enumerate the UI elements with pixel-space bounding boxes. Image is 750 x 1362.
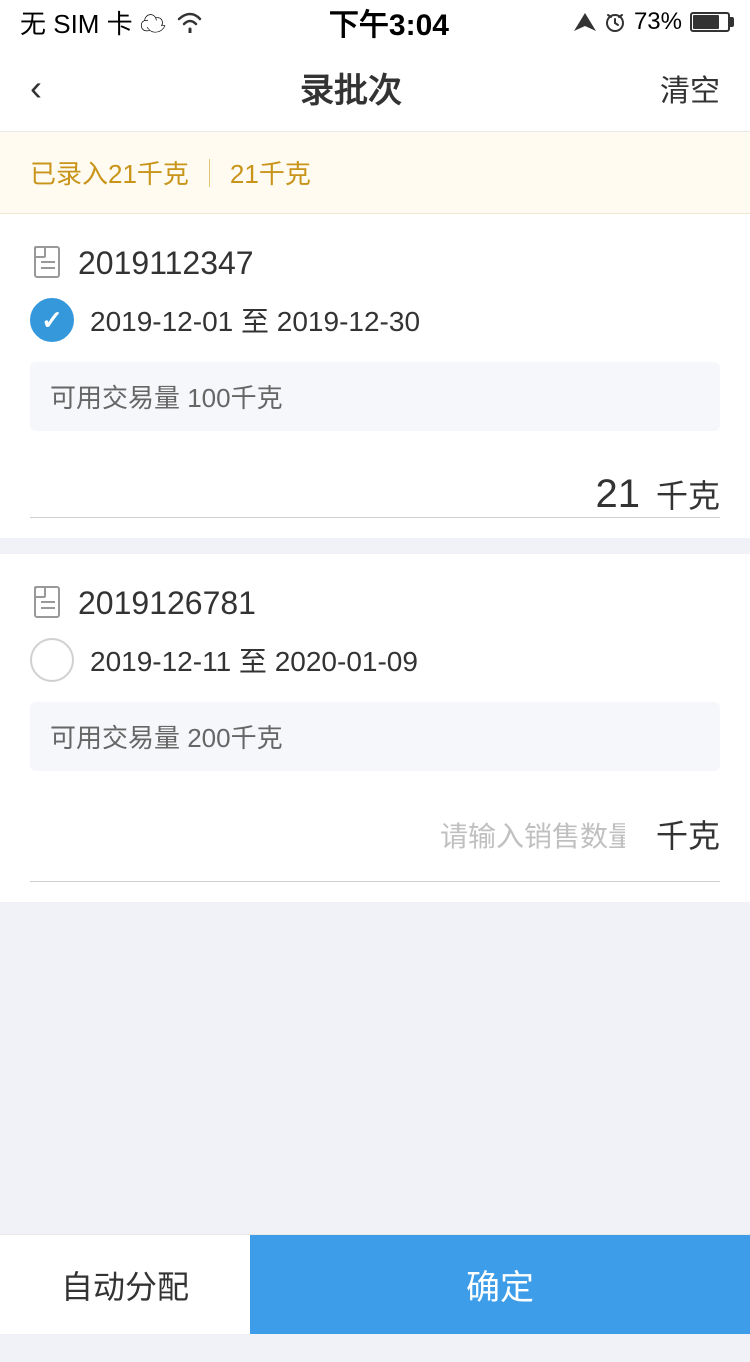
clear-button[interactable]: 清空 bbox=[660, 66, 720, 110]
status-left: 无 SIM 卡 ☁ bbox=[20, 4, 204, 41]
location-icon bbox=[574, 11, 596, 33]
sim-label: 无 SIM 卡 ☁ bbox=[20, 4, 166, 41]
page-title: 录批次 bbox=[300, 63, 402, 112]
batch-value-unit-1: 千克 bbox=[656, 471, 720, 517]
batch-value-row-1: 21 千克 bbox=[30, 451, 720, 517]
nav-bar: ‹ 录批次 清空 bbox=[0, 44, 750, 132]
auto-distribute-button[interactable]: 自动分配 bbox=[0, 1235, 250, 1334]
batch-card-1: 2019112347 2019-12-01 至 2019-12-30 可用交易量… bbox=[0, 214, 750, 538]
batch-unit-2: 千克 bbox=[656, 811, 720, 857]
batch-date-row-2[interactable]: 2019-12-11 至 2020-01-09 bbox=[30, 638, 720, 682]
batch-avail-2: 可用交易量 200千克 bbox=[30, 702, 720, 771]
footer-bar: 自动分配 确定 bbox=[0, 1234, 750, 1334]
recorded-label: 已录入21千克 bbox=[30, 154, 189, 191]
batch-date-row-1[interactable]: 2019-12-01 至 2019-12-30 bbox=[30, 298, 720, 342]
batch-id-text-1: 2019112347 bbox=[78, 245, 254, 282]
alarm-icon bbox=[604, 11, 626, 33]
batch-avail-1: 可用交易量 100千克 bbox=[30, 362, 720, 431]
banner-divider bbox=[209, 159, 210, 187]
radio-1[interactable] bbox=[30, 298, 74, 342]
document-icon-2 bbox=[31, 585, 67, 621]
confirm-button[interactable]: 确定 bbox=[250, 1235, 750, 1334]
batch-date-text-1: 2019-12-01 至 2019-12-30 bbox=[90, 300, 420, 340]
battery-icon bbox=[690, 12, 730, 32]
batch-id-row-2: 2019126781 bbox=[30, 584, 720, 622]
status-right: 73% bbox=[574, 8, 730, 36]
batch-card-2: 2019126781 2019-12-11 至 2020-01-09 可用交易量… bbox=[0, 554, 750, 902]
batch-input-row-2: 千克 bbox=[30, 791, 720, 881]
battery-percent: 73% bbox=[634, 8, 682, 36]
status-time: 下午3:04 bbox=[329, 0, 449, 44]
quantity-input-2[interactable] bbox=[440, 813, 640, 855]
batch-id-icon-2 bbox=[30, 584, 68, 622]
status-bar: 无 SIM 卡 ☁ 下午3:04 73% bbox=[0, 0, 750, 44]
batch-value-num-1: 21 bbox=[595, 472, 640, 517]
batch-id-text-2: 2019126781 bbox=[78, 585, 256, 622]
info-banner: 已录入21千克 21千克 bbox=[0, 132, 750, 214]
batch-date-text-2: 2019-12-11 至 2020-01-09 bbox=[90, 640, 418, 680]
batch-id-icon-1 bbox=[30, 244, 68, 282]
radio-2[interactable] bbox=[30, 638, 74, 682]
back-button[interactable]: ‹ bbox=[30, 67, 42, 109]
wifi-icon bbox=[176, 11, 204, 33]
section-divider bbox=[0, 538, 750, 554]
recorded-value: 21千克 bbox=[230, 154, 311, 191]
document-icon-1 bbox=[31, 245, 67, 281]
batch-id-row-1: 2019112347 bbox=[30, 244, 720, 282]
